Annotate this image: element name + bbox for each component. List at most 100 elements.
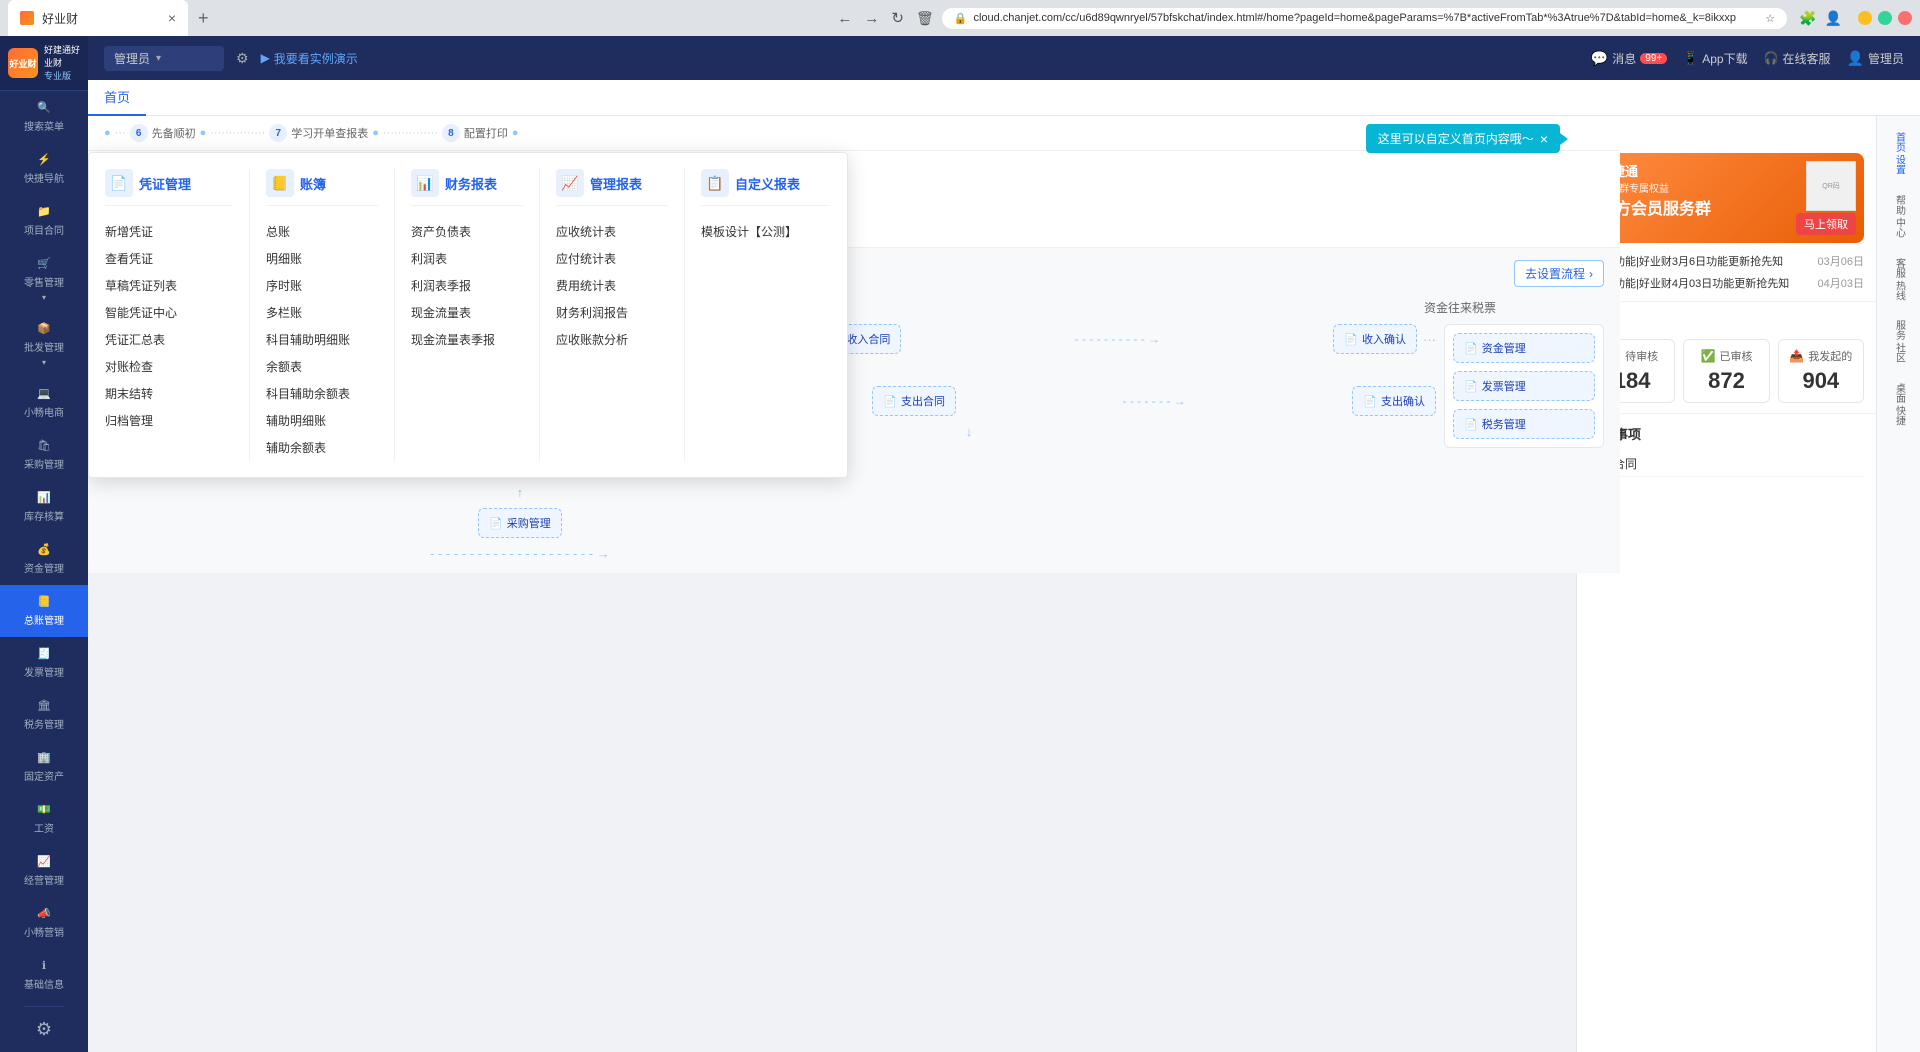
customize-banner[interactable]: 这里可以自定义首页内容哦～ × [1366, 124, 1560, 153]
step-item-8[interactable]: 8 配置打印 ● [442, 124, 519, 142]
set-workflow-btn[interactable]: 去设置流程 › [1514, 260, 1604, 287]
dropdown-item-smart-voucher[interactable]: 智能凭证中心 [105, 299, 233, 326]
dropdown-item-reconcile[interactable]: 对账检查 [105, 353, 233, 380]
message-btn[interactable]: 💬 消息 99+ [1591, 50, 1667, 67]
invoice-icon: 🧾 [37, 647, 51, 660]
quick-nav-help-center[interactable]: 帮助 中心 [1889, 187, 1909, 246]
quick-nav-desktop-quick[interactable]: 桌面 快捷 [1889, 375, 1909, 434]
dropdown-item-journal[interactable]: 序时账 [266, 272, 378, 299]
sidebar-item-basic[interactable]: ℹ 基础信息 [0, 949, 88, 1001]
quick-nav-service-community[interactable]: 服务 社区 [1889, 312, 1909, 371]
online-service-btn[interactable]: 🎧 在线客服 [1764, 50, 1831, 67]
sidebar-item-accounting[interactable]: 📒 总账管理 [0, 585, 88, 637]
flow-box-expense-contract[interactable]: 📄 支出合同 [872, 386, 956, 416]
news-item-1[interactable]: 新功能|好业财3月6日功能更新抢先知 03月06日 [1589, 253, 1864, 269]
dropdown-item-view-voucher[interactable]: 查看凭证 [105, 245, 233, 272]
step-item-7[interactable]: 7 学习开单查报表 ● [269, 124, 379, 142]
sidebar-item-search[interactable]: 🔍 搜索菜单 [0, 91, 88, 143]
dropdown-item-voucher-summary[interactable]: 凭证汇总表 [105, 326, 233, 353]
dropdown-item-ar-analysis[interactable]: 应收账款分析 [556, 326, 668, 353]
dropdown-item-subject-aux[interactable]: 科目辅助明细账 [266, 326, 378, 353]
dropdown-item-expense-stats[interactable]: 费用统计表 [556, 272, 668, 299]
sidebar-item-assets[interactable]: 🏢 固定资产 [0, 741, 88, 793]
extensions-icon[interactable]: 🧩 [1799, 10, 1816, 27]
account-icon[interactable]: 👤 [1825, 10, 1842, 27]
activity-title: 活动 [1589, 126, 1864, 145]
back-btn[interactable]: ← [833, 8, 856, 29]
dropdown-item-ar-stats[interactable]: 应收统计表 [556, 218, 668, 245]
sidebar-item-marketing[interactable]: 📣 小畅营销 [0, 897, 88, 949]
sidebar-item-invoice[interactable]: 🧾 发票管理 [0, 637, 88, 689]
activity-card[interactable]: 畅捷通 享社群专属权益 官方会员服务群 QR码 马上领取 [1589, 153, 1864, 243]
delete-btn[interactable]: 🗑 [912, 8, 938, 29]
bookmark-icon[interactable]: ☆ [1765, 12, 1775, 25]
customize-close-icon[interactable]: × [1540, 131, 1548, 147]
dropdown-item-aux-balance[interactable]: 辅助余额表 [266, 434, 378, 461]
dropdown-item-profit-report[interactable]: 财务利润报告 [556, 299, 668, 326]
phone-icon: 📱 [1683, 51, 1698, 65]
flow-box-expense-confirm[interactable]: 📄 支出确认 [1352, 386, 1436, 416]
dropdown-item-template-design[interactable]: 模板设计【公测】 [701, 218, 830, 245]
flow-box-purchase[interactable]: 📄 采购管理 [478, 508, 562, 538]
dropdown-item-cashflow[interactable]: 现金流量表 [411, 299, 523, 326]
news-item-2[interactable]: 新功能|好业财4月03日功能更新抢先知 04月03日 [1589, 275, 1864, 291]
sidebar-item-wholesale[interactable]: 📦 批发管理 ▾ [0, 312, 88, 377]
settings-config-btn[interactable]: ⚙ [236, 50, 249, 67]
dropdown-item-balance[interactable]: 余额表 [266, 353, 378, 380]
maximize-btn[interactable] [1878, 11, 1892, 25]
sidebar-item-ecommerce[interactable]: 💻 小畅电商 [0, 377, 88, 429]
custom-section-icon: 📋 [701, 169, 729, 197]
user-avatar[interactable]: 👤 管理员 [1847, 50, 1904, 67]
dropdown-item-general-ledger[interactable]: 总账 [266, 218, 378, 245]
minimize-btn[interactable] [1858, 11, 1872, 25]
sidebar-item-finance[interactable]: 💰 资金管理 [0, 533, 88, 585]
new-tab-btn[interactable]: + [190, 4, 217, 33]
sidebar-item-tax[interactable]: 🏛 税务管理 [0, 689, 88, 741]
active-tab[interactable]: 好业财 × [8, 0, 188, 36]
dropdown-item-multi-col[interactable]: 多栏账 [266, 299, 378, 326]
address-bar[interactable]: 🔒 cloud.chanjet.com/cc/u6d89qwnryel/57bf… [942, 8, 1787, 29]
step-item-6[interactable]: ● ··· 6 先备顺初 ● [104, 124, 206, 142]
dropdown-item-balance-sheet[interactable]: 资产负债表 [411, 218, 523, 245]
company-selector[interactable]: 管理员 ▾ [104, 46, 224, 71]
dropdown-item-detail-ledger[interactable]: 明细账 [266, 245, 378, 272]
todo-item-project[interactable]: 项目合同 [1589, 451, 1864, 477]
dropdown-item-income-quarterly[interactable]: 利润表季报 [411, 272, 523, 299]
tab-home[interactable]: 首页 [88, 79, 146, 116]
dropdown-item-income-statement[interactable]: 利润表 [411, 245, 523, 272]
flow-box-tax-mgmt[interactable]: 📄 税务管理 [1453, 409, 1595, 439]
activity-section: 活动 畅捷通 享社群专属权益 官方会员服务群 QR码 马上领取 [1577, 116, 1876, 302]
banner-arrow [1560, 133, 1568, 145]
flow-box-invoice-mgmt[interactable]: 📄 发票管理 [1453, 371, 1595, 401]
dropdown-item-archive[interactable]: 归档管理 [105, 407, 233, 434]
dropdown-item-new-voucher[interactable]: 新增凭证 [105, 218, 233, 245]
sidebar-item-inventory[interactable]: 📊 库存核算 [0, 481, 88, 533]
dropdown-item-period-close[interactable]: 期末结转 [105, 380, 233, 407]
quick-nav-customer-hotline[interactable]: 客服 热线 [1889, 250, 1909, 309]
sidebar-settings-btn[interactable]: ⚙ [24, 1006, 64, 1052]
demo-btn[interactable]: ▶ 我要看实例演示 [261, 50, 358, 67]
app-download-btn[interactable]: 📱 App下载 [1683, 50, 1747, 67]
forward-btn[interactable]: → [860, 8, 883, 29]
sidebar-item-operations[interactable]: 📈 经营管理 [0, 845, 88, 897]
quick-nav-home-setting[interactable]: 首页 设置 [1889, 124, 1909, 183]
flow-box-capital-mgmt[interactable]: 📄 资金管理 [1453, 333, 1595, 363]
dropdown-item-aux-detail[interactable]: 辅助明细账 [266, 407, 378, 434]
sidebar-item-project[interactable]: 📁 项目合同 [0, 195, 88, 247]
flow-box-income-confirm[interactable]: 📄 收入确认 [1333, 324, 1417, 354]
sidebar-item-salary[interactable]: 💵 工资 [0, 793, 88, 845]
sidebar-item-purchase[interactable]: 🛍 采购管理 [0, 429, 88, 481]
tab-close-btn[interactable]: × [168, 10, 176, 26]
tab-bar: 好业财 × + [8, 0, 829, 36]
close-btn[interactable] [1898, 11, 1912, 25]
activity-claim-btn[interactable]: 马上领取 [1796, 213, 1856, 235]
dropdown-item-cashflow-quarterly[interactable]: 现金流量表季报 [411, 326, 523, 353]
approval-card-initiated[interactable]: 📤 我发起的 904 [1778, 339, 1864, 403]
dropdown-item-draft-voucher[interactable]: 草稿凭证列表 [105, 272, 233, 299]
dropdown-item-subject-aux-balance[interactable]: 科目辅助余额表 [266, 380, 378, 407]
sidebar-item-shortcuts[interactable]: ⚡ 快捷导航 [0, 143, 88, 195]
refresh-btn[interactable]: ↻ [887, 7, 908, 29]
dropdown-item-ap-stats[interactable]: 应付统计表 [556, 245, 668, 272]
approval-card-reviewed[interactable]: ✅ 已审核 872 [1683, 339, 1769, 403]
sidebar-item-retail[interactable]: 🛒 零售管理 ▾ [0, 247, 88, 312]
